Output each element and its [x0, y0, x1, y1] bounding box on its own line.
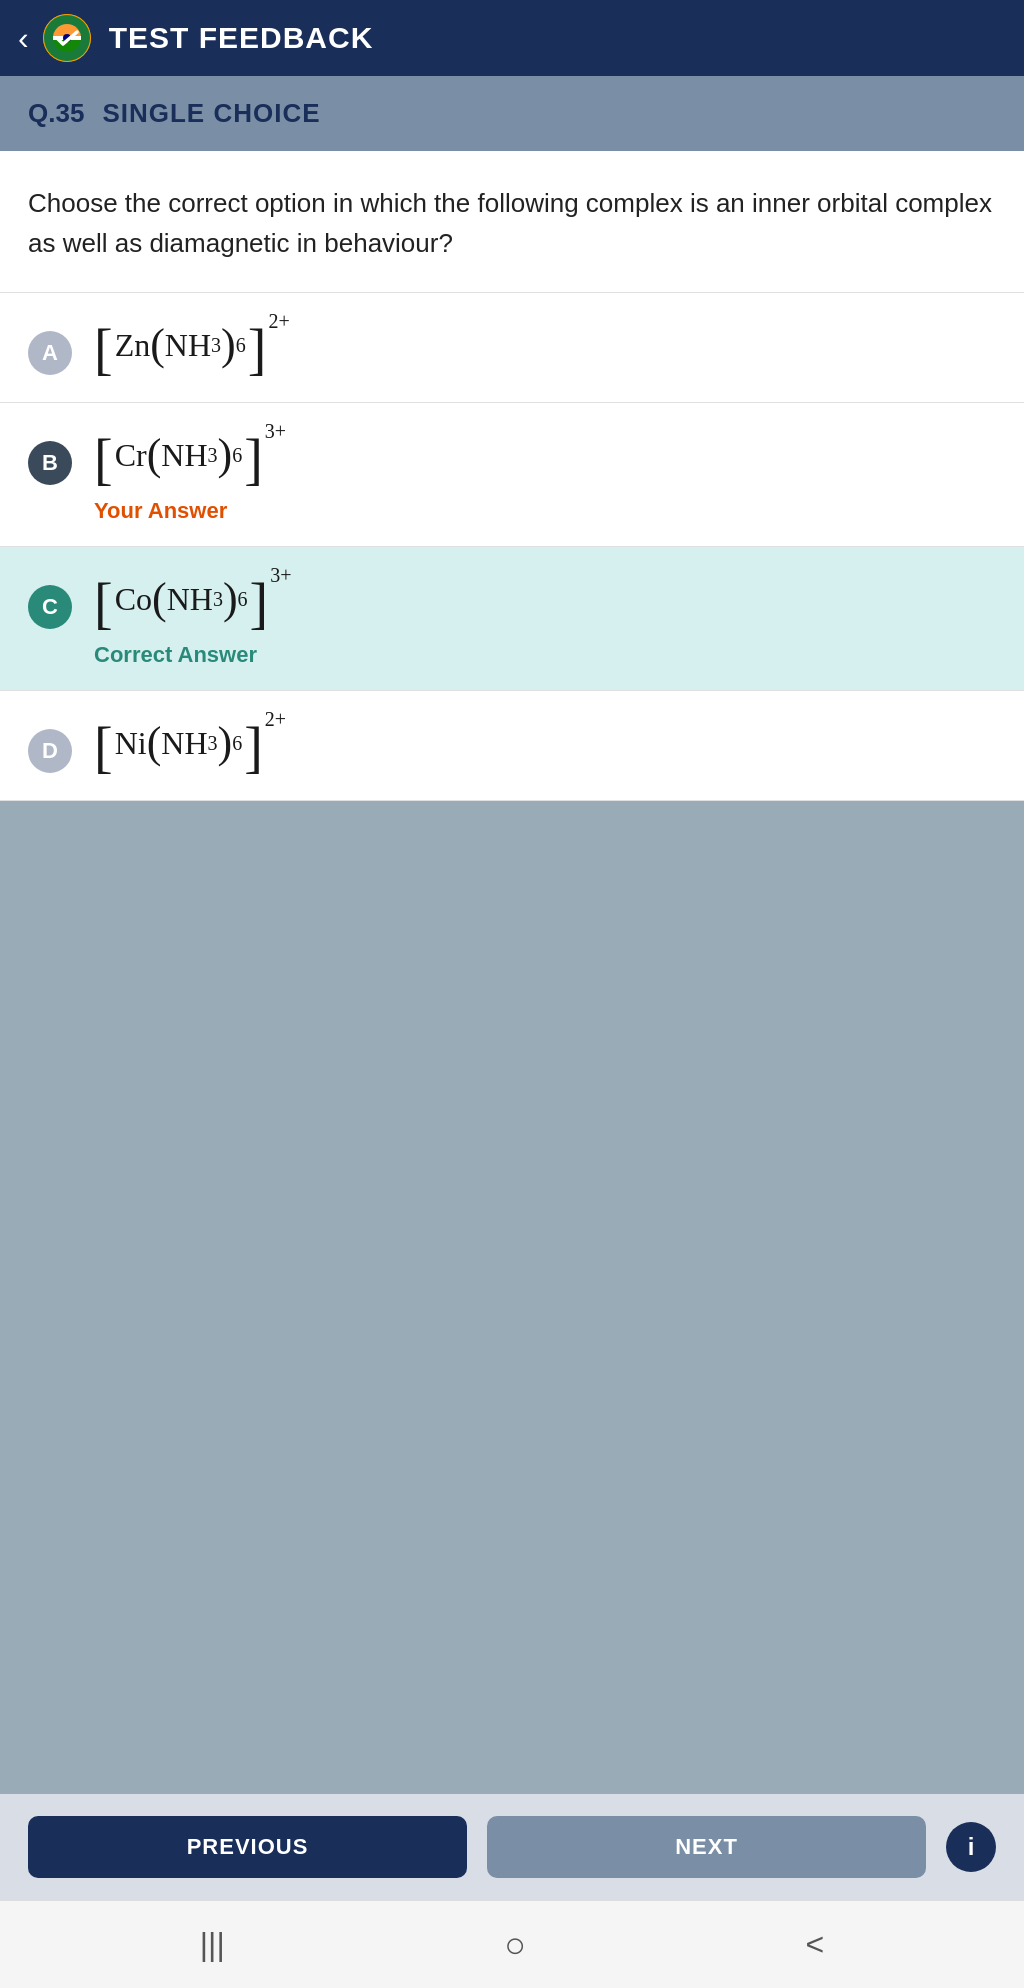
- option-c-formula: [ Co(NH3)6 ]3+: [94, 575, 291, 634]
- option-d-circle: D: [28, 729, 72, 773]
- app-logo: [43, 14, 91, 62]
- bottom-bar: PREVIOUS NEXT i: [0, 1794, 1024, 1900]
- option-c-circle: C: [28, 585, 72, 629]
- option-b-formula: [ Cr(NH3)6 ]3+: [94, 431, 286, 490]
- your-answer-label: Your Answer: [94, 498, 996, 524]
- question-header: Q.35 SINGLE CHOICE: [0, 76, 1024, 151]
- option-a-formula: [ Zn(NH3)6 ]2+: [94, 321, 290, 380]
- option-b[interactable]: B [ Cr(NH3)6 ]3+ Your Answer: [0, 403, 1024, 547]
- option-c[interactable]: C [ Co(NH3)6 ]3+ Correct Answer: [0, 547, 1024, 691]
- option-d-formula: [ Ni(NH3)6 ]2+: [94, 719, 286, 778]
- option-d[interactable]: D [ Ni(NH3)6 ]2+: [0, 691, 1024, 801]
- menu-icon[interactable]: |||: [200, 1926, 225, 1963]
- header-title: TEST FEEDBACK: [109, 21, 374, 55]
- question-type: SINGLE CHOICE: [102, 98, 320, 129]
- question-number: Q.35: [28, 98, 84, 129]
- nav-bar: ||| ○ <: [0, 1900, 1024, 1988]
- next-button[interactable]: NEXT: [487, 1816, 926, 1878]
- option-a-circle: A: [28, 331, 72, 375]
- question-body: Choose the correct option in which the f…: [0, 151, 1024, 293]
- content-spacer: [0, 801, 1024, 1794]
- app-header: ‹ TEST FEEDBACK: [0, 0, 1024, 76]
- option-b-circle: B: [28, 441, 72, 485]
- info-button[interactable]: i: [946, 1822, 996, 1872]
- home-icon[interactable]: ○: [504, 1924, 526, 1966]
- nav-back-icon[interactable]: <: [806, 1926, 825, 1963]
- question-text: Choose the correct option in which the f…: [28, 183, 996, 264]
- previous-button[interactable]: PREVIOUS: [28, 1816, 467, 1878]
- back-button[interactable]: ‹: [18, 22, 29, 54]
- correct-answer-label: Correct Answer: [94, 642, 996, 668]
- option-a[interactable]: A [ Zn(NH3)6 ]2+: [0, 293, 1024, 403]
